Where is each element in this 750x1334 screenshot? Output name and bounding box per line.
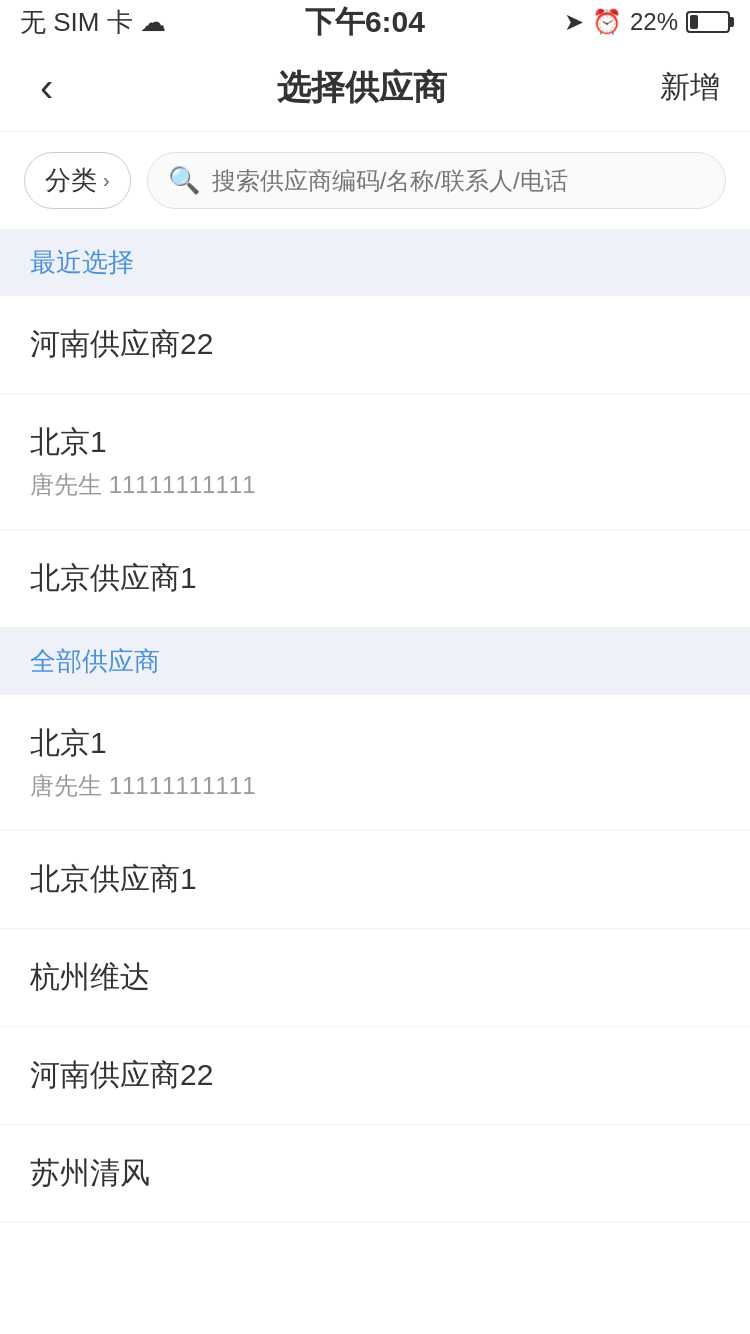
item-name: 苏州清风 <box>30 1153 720 1194</box>
list-item[interactable]: 河南供应商22 <box>0 296 750 394</box>
search-box: 🔍 <box>147 152 726 209</box>
item-name: 北京1 <box>30 422 720 463</box>
add-button[interactable]: 新增 <box>660 67 720 108</box>
list-item[interactable]: 苏州清风 <box>0 1125 750 1223</box>
status-time: 下午6:04 <box>305 2 425 43</box>
status-left: 无 SIM 卡 ☁ <box>20 5 166 40</box>
item-name: 河南供应商22 <box>30 324 720 365</box>
battery-percent: 22% <box>630 8 678 36</box>
chevron-right-icon: › <box>103 169 110 192</box>
all-section-header: 全部供应商 <box>0 628 750 695</box>
item-sub: 唐先生 11111111111 <box>30 469 720 501</box>
sim-text: 无 SIM 卡 ☁ <box>20 5 166 40</box>
search-icon: 🔍 <box>168 165 200 196</box>
list-item[interactable]: 北京1 唐先生 11111111111 <box>0 695 750 831</box>
all-section-label: 全部供应商 <box>30 646 160 676</box>
all-list: 北京1 唐先生 11111111111 北京供应商1 杭州维达河南供应商22 苏州清风 <box>0 695 750 1223</box>
item-name: 北京1 <box>30 723 720 764</box>
item-name: 杭州维达 <box>30 957 720 998</box>
nav-bar: ‹ 选择供应商 新增 <box>0 44 750 132</box>
search-input[interactable] <box>212 167 705 195</box>
category-label: 分类 <box>45 163 97 198</box>
list-item[interactable]: 河南供应商22 <box>0 1027 750 1125</box>
location-icon: ➤ <box>564 8 584 36</box>
alarm-icon: ⏰ <box>592 8 622 36</box>
status-right: ➤ ⏰ 22% <box>564 8 730 36</box>
list-item[interactable]: 北京供应商1 <box>0 831 750 929</box>
status-bar: 无 SIM 卡 ☁ 下午6:04 ➤ ⏰ 22% <box>0 0 750 44</box>
recent-list: 河南供应商22 北京1 唐先生 11111111111 北京供应商1 <box>0 296 750 628</box>
back-button[interactable]: ‹ <box>30 55 63 120</box>
battery-icon <box>686 11 730 33</box>
list-item[interactable]: 杭州维达 <box>0 929 750 1027</box>
search-area: 分类 › 🔍 <box>0 132 750 229</box>
category-button[interactable]: 分类 › <box>24 152 131 209</box>
item-name: 北京供应商1 <box>30 859 720 900</box>
item-sub: 唐先生 11111111111 <box>30 770 720 802</box>
list-item[interactable]: 北京1 唐先生 11111111111 <box>0 394 750 530</box>
item-name: 北京供应商1 <box>30 558 720 599</box>
list-item[interactable]: 北京供应商1 <box>0 530 750 628</box>
recent-section-label: 最近选择 <box>30 247 134 277</box>
page-title: 选择供应商 <box>277 65 447 111</box>
recent-section-header: 最近选择 <box>0 229 750 296</box>
item-name: 河南供应商22 <box>30 1055 720 1096</box>
